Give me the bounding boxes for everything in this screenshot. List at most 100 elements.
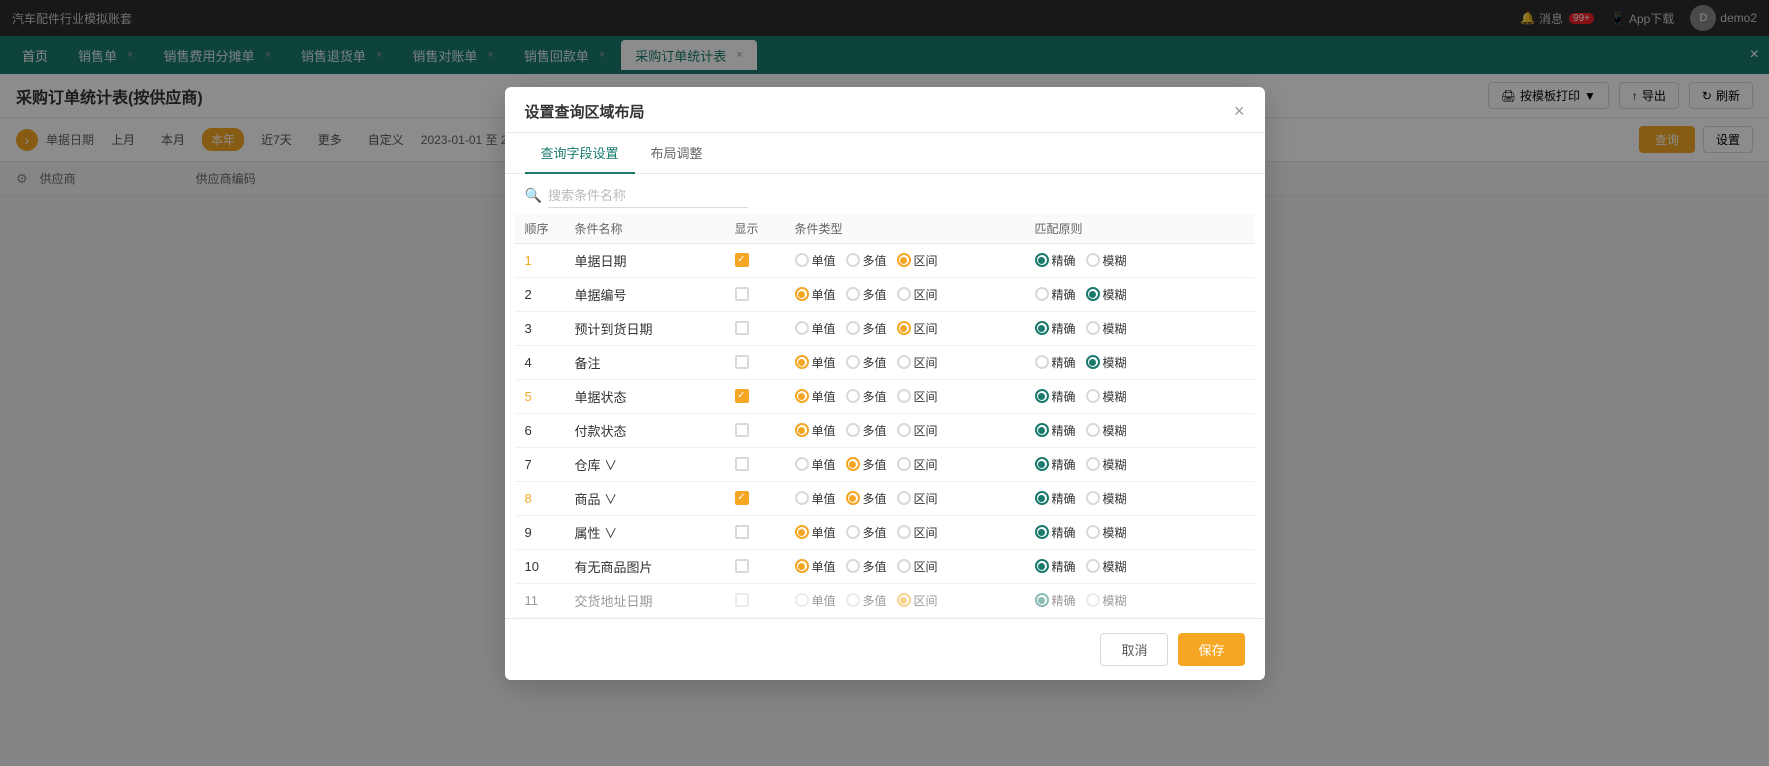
table-head: 顺序 条件名称 显示 条件类型 匹配原则 <box>515 214 1255 244</box>
checkbox[interactable] <box>735 593 749 607</box>
radio-fuzzy[interactable]: 模糊 <box>1086 286 1127 303</box>
radio-multi[interactable]: 多值 <box>846 422 887 439</box>
radio-circle-checked <box>795 423 809 437</box>
radio-range[interactable]: 区间 <box>897 592 938 609</box>
radio-multi[interactable]: 多值 <box>846 592 887 609</box>
modal-overlay[interactable]: 设置查询区域布局 × 查询字段设置 布局调整 🔍 顺序 条件名称 显示 条件类型… <box>0 0 1769 766</box>
radio-exact[interactable]: 精确 <box>1035 286 1076 303</box>
radio-circle-checked <box>795 355 809 369</box>
radio-range[interactable]: 区间 <box>897 422 938 439</box>
radio-multi[interactable]: 多值 <box>846 524 887 541</box>
modal-close-button[interactable]: × <box>1234 102 1245 120</box>
row-name: 付款状态 <box>575 421 735 440</box>
radio-multi[interactable]: 多值 <box>846 320 887 337</box>
radio-exact[interactable]: 精确 <box>1035 354 1076 371</box>
radio-exact[interactable]: 精确 <box>1035 524 1076 541</box>
radio-circle <box>1035 355 1049 369</box>
cancel-button[interactable]: 取消 <box>1100 633 1168 666</box>
radio-exact[interactable]: 精确 <box>1035 456 1076 473</box>
radio-fuzzy[interactable]: 模糊 <box>1086 524 1127 541</box>
radio-fuzzy[interactable]: 模糊 <box>1086 354 1127 371</box>
radio-fuzzy[interactable]: 模糊 <box>1086 592 1127 609</box>
radio-single[interactable]: 单值 <box>795 286 836 303</box>
col-match: 匹配原则 <box>1035 220 1255 237</box>
row-display-cb[interactable] <box>735 355 795 369</box>
checkbox[interactable] <box>735 355 749 369</box>
radio-exact[interactable]: 精确 <box>1035 490 1076 507</box>
radio-exact[interactable]: 精确 <box>1035 558 1076 575</box>
radio-multi[interactable]: 多值 <box>846 286 887 303</box>
radio-multi[interactable]: 多值 <box>846 252 887 269</box>
search-input[interactable] <box>548 184 748 208</box>
radio-single[interactable]: 单值 <box>795 354 836 371</box>
row-display-cb[interactable] <box>735 423 795 437</box>
row-display-cb[interactable] <box>735 389 795 403</box>
col-type: 条件类型 <box>795 220 1035 237</box>
row-display-cb[interactable] <box>735 457 795 471</box>
radio-multi[interactable]: 多值 <box>846 354 887 371</box>
radio-exact[interactable]: 精确 <box>1035 388 1076 405</box>
checkbox[interactable] <box>735 253 749 267</box>
radio-fuzzy[interactable]: 模糊 <box>1086 456 1127 473</box>
radio-range[interactable]: 区间 <box>897 354 938 371</box>
radio-exact[interactable]: 精确 <box>1035 592 1076 609</box>
checkbox[interactable] <box>735 287 749 301</box>
radio-circle <box>795 491 809 505</box>
row-type: 单值 多值 区间 <box>795 354 1035 371</box>
radio-single[interactable]: 单值 <box>795 422 836 439</box>
radio-multi[interactable]: 多值 <box>846 558 887 575</box>
radio-exact[interactable]: 精确 <box>1035 252 1076 269</box>
row-display-cb[interactable] <box>735 287 795 301</box>
row-display-cb[interactable] <box>735 525 795 539</box>
radio-exact[interactable]: 精确 <box>1035 320 1076 337</box>
row-display-cb[interactable] <box>735 559 795 573</box>
radio-range[interactable]: 区间 <box>897 524 938 541</box>
radio-single[interactable]: 单值 <box>795 490 836 507</box>
radio-range[interactable]: 区间 <box>897 252 938 269</box>
radio-range[interactable]: 区间 <box>897 490 938 507</box>
checkbox[interactable] <box>735 559 749 573</box>
row-name: 预计到货日期 <box>575 319 735 338</box>
radio-range[interactable]: 区间 <box>897 286 938 303</box>
radio-single[interactable]: 单值 <box>795 388 836 405</box>
radio-fuzzy[interactable]: 模糊 <box>1086 388 1127 405</box>
radio-fuzzy[interactable]: 模糊 <box>1086 490 1127 507</box>
row-display-cb[interactable] <box>735 491 795 505</box>
radio-multi[interactable]: 多值 <box>846 456 887 473</box>
radio-single[interactable]: 单值 <box>795 592 836 609</box>
radio-range[interactable]: 区间 <box>897 388 938 405</box>
radio-range[interactable]: 区间 <box>897 456 938 473</box>
row-type: 单值 多值 区间 <box>795 592 1035 609</box>
radio-fuzzy[interactable]: 模糊 <box>1086 422 1127 439</box>
row-type: 单值 多值 区间 <box>795 422 1035 439</box>
checkbox[interactable] <box>735 525 749 539</box>
radio-fuzzy[interactable]: 模糊 <box>1086 558 1127 575</box>
row-type: 单值 多值 区间 <box>795 558 1035 575</box>
checkbox[interactable] <box>735 389 749 403</box>
checkbox[interactable] <box>735 491 749 505</box>
modal-tab-query-fields[interactable]: 查询字段设置 <box>525 133 635 174</box>
checkbox[interactable] <box>735 423 749 437</box>
checkbox[interactable] <box>735 321 749 335</box>
radio-single[interactable]: 单值 <box>795 524 836 541</box>
radio-single[interactable]: 单值 <box>795 320 836 337</box>
save-button[interactable]: 保存 <box>1178 633 1244 666</box>
radio-range[interactable]: 区间 <box>897 320 938 337</box>
radio-fuzzy[interactable]: 模糊 <box>1086 252 1127 269</box>
radio-exact[interactable]: 精确 <box>1035 422 1076 439</box>
row-display-cb[interactable] <box>735 593 795 607</box>
col-name: 条件名称 <box>575 220 735 237</box>
radio-multi[interactable]: 多值 <box>846 490 887 507</box>
radio-multi[interactable]: 多值 <box>846 388 887 405</box>
radio-fuzzy[interactable]: 模糊 <box>1086 320 1127 337</box>
row-type: 单值 多值 区间 <box>795 490 1035 507</box>
row-display-cb[interactable] <box>735 253 795 267</box>
modal-tab-layout[interactable]: 布局调整 <box>635 133 719 174</box>
checkbox[interactable] <box>735 457 749 471</box>
radio-single[interactable]: 单值 <box>795 456 836 473</box>
radio-single[interactable]: 单值 <box>795 558 836 575</box>
row-display-cb[interactable] <box>735 321 795 335</box>
row-order: 4 <box>525 355 575 370</box>
radio-range[interactable]: 区间 <box>897 558 938 575</box>
radio-single[interactable]: 单值 <box>795 252 836 269</box>
